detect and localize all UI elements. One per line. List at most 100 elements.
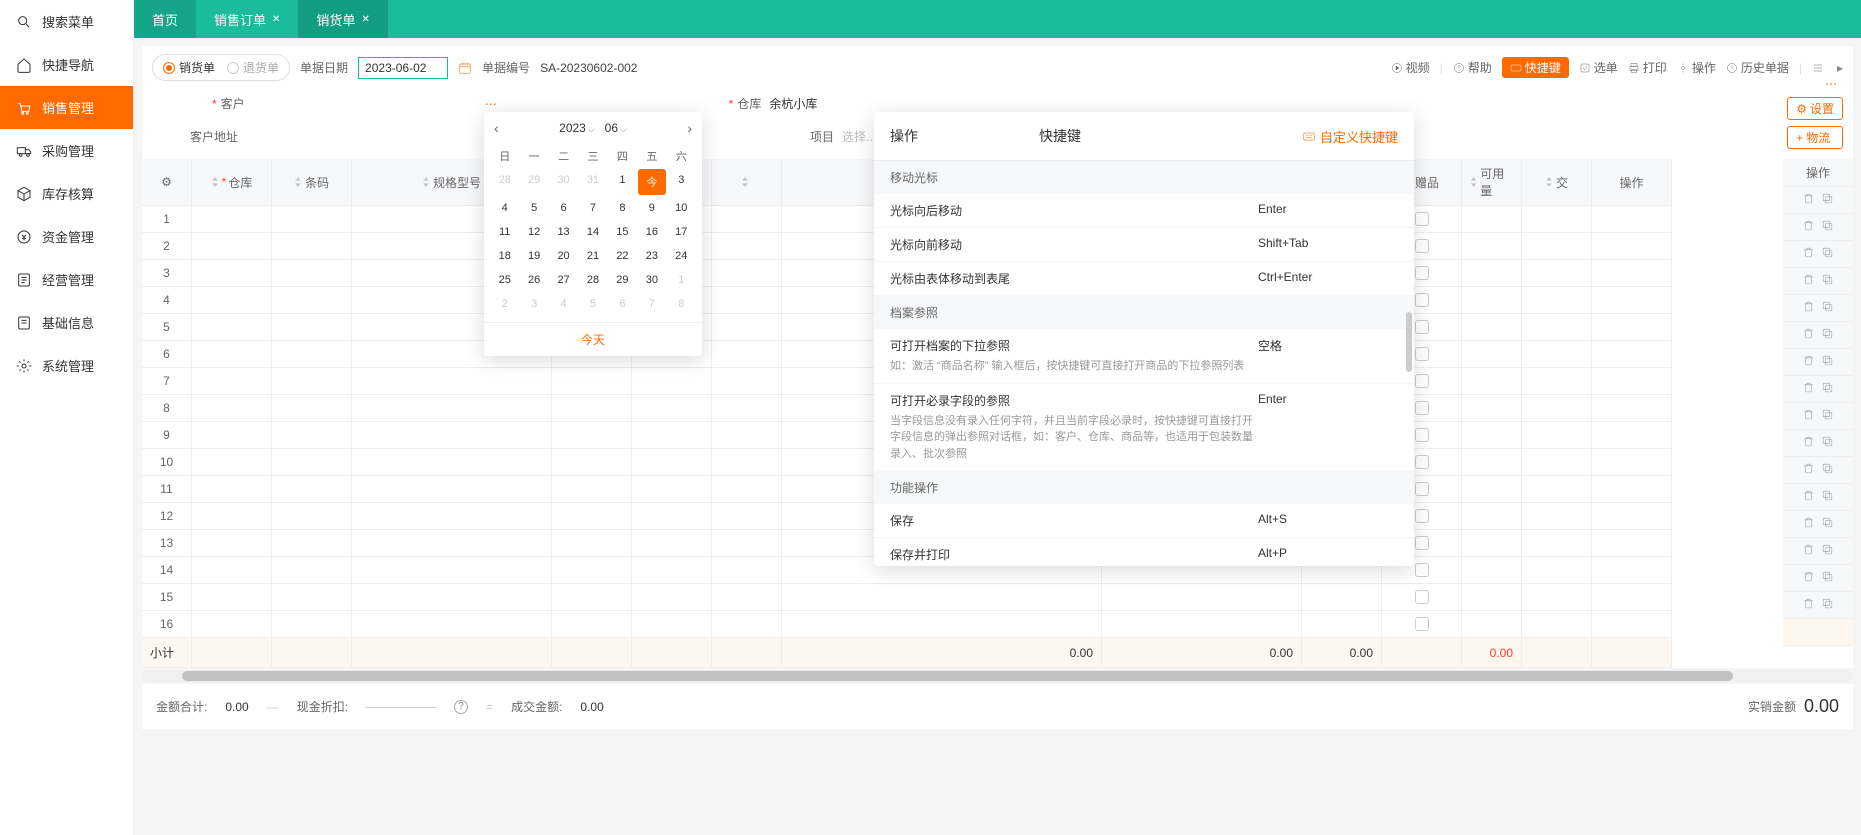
- cell-3-6[interactable]: [712, 260, 782, 287]
- delete-icon[interactable]: [1802, 435, 1815, 451]
- action-select[interactable]: 选单: [1579, 59, 1618, 76]
- copy-icon[interactable]: [1821, 300, 1834, 316]
- checkbox[interactable]: [1415, 239, 1429, 253]
- cell-9-2[interactable]: [272, 422, 352, 449]
- tab-首页[interactable]: 首页: [134, 0, 196, 38]
- close-icon[interactable]: ✕: [361, 14, 369, 25]
- more-dots-2[interactable]: ⋯: [1819, 77, 1843, 91]
- cell-2-13[interactable]: [1592, 233, 1672, 260]
- cal-day-next[interactable]: 4: [550, 293, 577, 315]
- cell-8-6[interactable]: [712, 395, 782, 422]
- cell-13-0[interactable]: 13: [142, 530, 192, 557]
- cell-12-12[interactable]: [1522, 503, 1592, 530]
- cell-2-2[interactable]: [272, 233, 352, 260]
- cell-12-3[interactable]: [352, 503, 552, 530]
- action-print[interactable]: 打印: [1628, 59, 1667, 76]
- cell-12-0[interactable]: 12: [142, 503, 192, 530]
- cal-day-20[interactable]: 20: [550, 245, 577, 267]
- cell-13-2[interactable]: [272, 530, 352, 557]
- cal-day-19[interactable]: 19: [520, 245, 547, 267]
- cal-day-11[interactable]: 11: [491, 221, 518, 243]
- cell-10-5[interactable]: [632, 449, 712, 476]
- cell-16-13[interactable]: [1592, 611, 1672, 638]
- expand-icon[interactable]: ▸: [1837, 61, 1843, 75]
- cell-12-1[interactable]: [192, 503, 272, 530]
- cell-2-11[interactable]: [1462, 233, 1522, 260]
- cell-15-8[interactable]: [1102, 584, 1302, 611]
- cal-day-prev[interactable]: 30: [550, 169, 577, 195]
- cal-day-12[interactable]: 12: [520, 221, 547, 243]
- cell-15-7[interactable]: [782, 584, 1102, 611]
- cell-13-1[interactable]: [192, 530, 272, 557]
- cell-14-2[interactable]: [272, 557, 352, 584]
- cell-10-6[interactable]: [712, 449, 782, 476]
- delete-icon[interactable]: [1802, 462, 1815, 478]
- cal-day-10[interactable]: 10: [668, 197, 695, 219]
- cal-day-next[interactable]: 8: [668, 293, 695, 315]
- cell-8-13[interactable]: [1592, 395, 1672, 422]
- cell-14-1[interactable]: [192, 557, 272, 584]
- copy-icon[interactable]: [1821, 543, 1834, 559]
- cell-16-2[interactable]: [272, 611, 352, 638]
- action-history[interactable]: 历史单据: [1726, 59, 1789, 76]
- cell-4-11[interactable]: [1462, 287, 1522, 314]
- cell-1-13[interactable]: [1592, 206, 1672, 233]
- cell-14-12[interactable]: [1522, 557, 1592, 584]
- cell-15-4[interactable]: [552, 584, 632, 611]
- date-input[interactable]: 2023-06-02: [358, 57, 448, 79]
- radio-销货单[interactable]: 销货单: [163, 59, 215, 76]
- cell-16-4[interactable]: [552, 611, 632, 638]
- cell-12-4[interactable]: [552, 503, 632, 530]
- delete-icon[interactable]: [1802, 273, 1815, 289]
- cell-4-13[interactable]: [1592, 287, 1672, 314]
- checkbox[interactable]: [1415, 293, 1429, 307]
- cell-7-13[interactable]: [1592, 368, 1672, 395]
- cell-5-12[interactable]: [1522, 314, 1592, 341]
- cell-3-1[interactable]: [192, 260, 272, 287]
- discount-input[interactable]: [366, 705, 436, 708]
- cell-8-4[interactable]: [552, 395, 632, 422]
- cal-day-18[interactable]: 18: [491, 245, 518, 267]
- cal-month[interactable]: 06: [605, 121, 627, 135]
- sidebar-item-cart[interactable]: 销售管理: [0, 86, 133, 129]
- cell-6-13[interactable]: [1592, 341, 1672, 368]
- cell-11-6[interactable]: [712, 476, 782, 503]
- cell-15-12[interactable]: [1522, 584, 1592, 611]
- cell-11-11[interactable]: [1462, 476, 1522, 503]
- checkbox[interactable]: [1415, 482, 1429, 496]
- cal-day-4[interactable]: 4: [491, 197, 518, 219]
- sidebar-item-truck[interactable]: 采购管理: [0, 129, 133, 172]
- cell-7-2[interactable]: [272, 368, 352, 395]
- cal-day-8[interactable]: 8: [609, 197, 636, 219]
- cell-8-0[interactable]: 8: [142, 395, 192, 422]
- cell-16-5[interactable]: [632, 611, 712, 638]
- cell-14-11[interactable]: [1462, 557, 1522, 584]
- cal-year[interactable]: 2023: [559, 121, 595, 135]
- cal-day-23[interactable]: 23: [638, 245, 665, 267]
- cell-7-11[interactable]: [1462, 368, 1522, 395]
- cell-16-12[interactable]: [1522, 611, 1592, 638]
- col-header-6[interactable]: [712, 159, 782, 206]
- cell-10-3[interactable]: [352, 449, 552, 476]
- cell-3-12[interactable]: [1522, 260, 1592, 287]
- cell-2-6[interactable]: [712, 233, 782, 260]
- cell-11-3[interactable]: [352, 476, 552, 503]
- sidebar-item-money[interactable]: 资金管理: [0, 215, 133, 258]
- checkbox[interactable]: [1415, 212, 1429, 226]
- cell-9-5[interactable]: [632, 422, 712, 449]
- delete-icon[interactable]: [1802, 570, 1815, 586]
- cal-day-22[interactable]: 22: [609, 245, 636, 267]
- checkbox[interactable]: [1415, 347, 1429, 361]
- close-icon[interactable]: ✕: [272, 14, 280, 25]
- gear-icon[interactable]: ⚙: [161, 175, 172, 189]
- cal-day-24[interactable]: 24: [668, 245, 695, 267]
- cal-day-prev[interactable]: 28: [491, 169, 518, 195]
- cell-1-1[interactable]: [192, 206, 272, 233]
- more-dots-1[interactable]: ⋯: [479, 97, 503, 111]
- copy-icon[interactable]: [1821, 597, 1834, 613]
- cell-11-1[interactable]: [192, 476, 272, 503]
- cal-day-14[interactable]: 14: [579, 221, 606, 243]
- delete-icon[interactable]: [1802, 300, 1815, 316]
- cell-10-12[interactable]: [1522, 449, 1592, 476]
- cell-1-12[interactable]: [1522, 206, 1592, 233]
